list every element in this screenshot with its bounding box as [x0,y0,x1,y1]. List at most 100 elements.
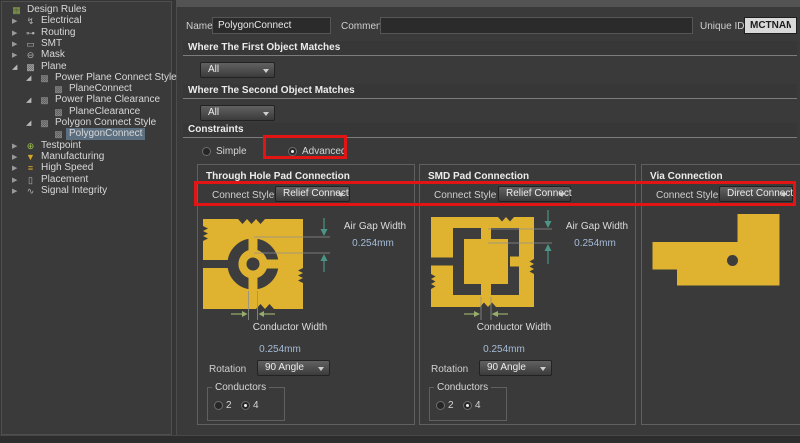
tree-item-design-rules[interactable]: ▦ Design Rules [2,4,170,16]
tree-item-routing[interactable]: ▶⊶Routing [2,27,170,39]
tree-item-label-wrap[interactable]: SMT [38,38,65,50]
tree-item-label-wrap[interactable]: Electrical [38,15,85,27]
tht-connect-style-value: Relief Connect [283,188,349,199]
tree-item-label-wrap[interactable]: Design Rules [24,4,89,16]
through-hole-pad-connection-group: Through Hole Pad Connection Connect Styl… [197,164,415,425]
signal-integrity-icon: ∿ [24,185,37,197]
smt-icon: ▭ [24,38,37,50]
second-match-dropdown[interactable]: All [200,105,275,121]
tht-conductors-4-radio[interactable] [241,401,250,410]
second-match-header: Where The Second Object Matches [183,84,797,99]
tree-item-label-wrap[interactable]: Routing [38,27,78,39]
tree-item-label-wrap[interactable]: Power Plane Connect Style [52,72,180,84]
advanced-radio[interactable] [288,147,297,156]
tree-item-manufacturing[interactable]: ▶▼Manufacturing [2,151,170,163]
tree-item-label: Plane [41,61,67,72]
tht-conductors-group: Conductors 2 4 [207,387,285,421]
smd-conductors-2-radio[interactable] [436,401,445,410]
tht-rotation-dropdown[interactable]: 90 Angle [257,360,330,376]
tree-item-label-wrap[interactable]: Placement [38,174,91,186]
smd-connect-style-value: Relief Connect [506,188,572,199]
tree-item-power-plane-connect-style[interactable]: ◢▩Power Plane Connect Style [2,72,170,84]
first-match-dropdown[interactable]: All [200,62,275,78]
rule-icon: ▩ [52,83,65,95]
tree-item-placement[interactable]: ▶▯Placement [2,174,170,186]
testpoint-icon: ⊕ [24,140,37,152]
highspeed-icon: ≡ [24,162,37,174]
smd-conductors-4-radio[interactable] [463,401,472,410]
tree-item-signal-integrity[interactable]: ▶∿ Signal Integrity [2,185,170,197]
tree-item-planeclearance[interactable]: ▩PlaneClearance [2,106,170,118]
tree-item-label: Power Plane Clearance [55,94,160,105]
tht-conductors-2-label: 2 [226,400,232,411]
rules-tree: ▦Design Rules▶↯Electrical▶⊶Routing▶▭SMT▶… [2,2,170,432]
simple-radio[interactable] [202,147,211,156]
tree-item-label: Design Rules [27,4,86,15]
tree-item-label-wrap[interactable]: Testpoint [38,140,84,152]
tree-item-label-wrap[interactable]: Plane [38,61,70,73]
tree-item-label-wrap[interactable]: PlaneClearance [66,106,143,118]
through-hole-group-title: Through Hole Pad Connection [206,171,350,182]
tht-connect-style-dropdown[interactable]: Relief Connect [275,186,350,202]
smd-conductors-legend: Conductors [434,382,491,393]
tht-conductor-width-value: 0.254mm [210,344,350,355]
tree-item-label-wrap[interactable]: High Speed [38,162,96,174]
via-connect-style-dropdown[interactable]: Direct Connect [719,186,793,202]
tree-item-planeconnect[interactable]: ▩PlaneConnect [2,83,170,95]
name-input[interactable] [212,17,331,34]
tree-item-label-wrap[interactable]: Manufacturing [38,151,107,163]
comment-input[interactable] [380,17,693,34]
bottom-scroll-strip[interactable] [0,435,800,443]
tht-air-gap-label: Air Gap Width [338,221,412,232]
smd-rotation-dropdown[interactable]: 90 Angle [479,360,552,376]
tree-item-label-wrap[interactable]: Polygon Connect Style [52,117,159,129]
tree-item-high-speed[interactable]: ▶≡High Speed [2,162,170,174]
name-label: Name [186,21,213,32]
smd-pad-connection-group: SMD Pad Connection Connect Style Relief … [419,164,636,425]
smd-air-gap-value: 0.254mm [560,238,630,249]
electrical-icon: ↯ [24,15,37,27]
tree-item-mask[interactable]: ▶⊖Mask [2,49,170,61]
expand-arrow-icon[interactable]: ▶ [12,186,22,198]
tree-item-label-wrap[interactable]: Signal Integrity [38,185,110,197]
tht-connect-style-label: Connect Style [212,190,274,201]
routing-icon: ⊶ [24,27,37,39]
smd-connect-style-dropdown[interactable]: Relief Connect [498,186,571,202]
tree-item-power-plane-clearance[interactable]: ◢▩Power Plane Clearance [2,94,170,106]
tree-item-label: Polygon Connect Style [55,117,156,128]
via-direct-connect-diagram [642,165,800,426]
design-rules-icon: ▦ [10,4,23,16]
tree-item-label: PlaneClearance [69,106,140,117]
second-match-value: All [208,107,219,118]
tree-item-label: Routing [41,27,75,38]
rule-icon: ▩ [38,94,51,106]
mask-icon: ⊖ [24,49,37,61]
tree-item-label: SMT [41,38,62,49]
tht-conductor-width-label: Conductor Width [220,322,360,333]
tht-conductors-2-radio[interactable] [214,401,223,410]
smd-conductor-width-label: Conductor Width [444,322,584,333]
tree-item-label-wrap[interactable]: PolygonConnect [66,128,145,140]
tree-item-label: Power Plane Connect Style [55,72,177,83]
tree-item-label: PolygonConnect [69,128,142,139]
first-match-value: All [208,64,219,75]
tht-air-gap-value: 0.254mm [338,238,408,249]
smd-conductors-group: Conductors 2 4 [429,387,507,421]
via-connection-group: Via Connection Connect Style Direct Conn… [641,164,800,425]
tree-item-label-wrap[interactable]: PlaneConnect [66,83,135,95]
unique-id-field[interactable] [744,17,797,34]
comment-label: Comment [341,21,384,32]
tree-item-label-wrap[interactable]: Power Plane Clearance [52,94,163,106]
tree-item-electrical[interactable]: ▶↯Electrical [2,15,170,27]
via-connect-style-value: Direct Connect [727,188,793,199]
tree-item-polygonconnect[interactable]: ▩PolygonConnect [2,128,170,140]
tree-item-smt[interactable]: ▶▭SMT [2,38,170,50]
smd-group-title: SMD Pad Connection [428,171,529,182]
tree-item-label: Placement [41,174,88,185]
tree-item-label: Signal Integrity [41,185,107,196]
simple-radio-label: Simple [216,146,247,157]
tree-item-testpoint[interactable]: ▶⊕Testpoint [2,140,170,152]
tree-item-polygon-connect-style[interactable]: ◢▩Polygon Connect Style [2,117,170,129]
tree-item-label-wrap[interactable]: Mask [38,49,68,61]
tree-item-plane[interactable]: ◢▩Plane [2,61,170,73]
